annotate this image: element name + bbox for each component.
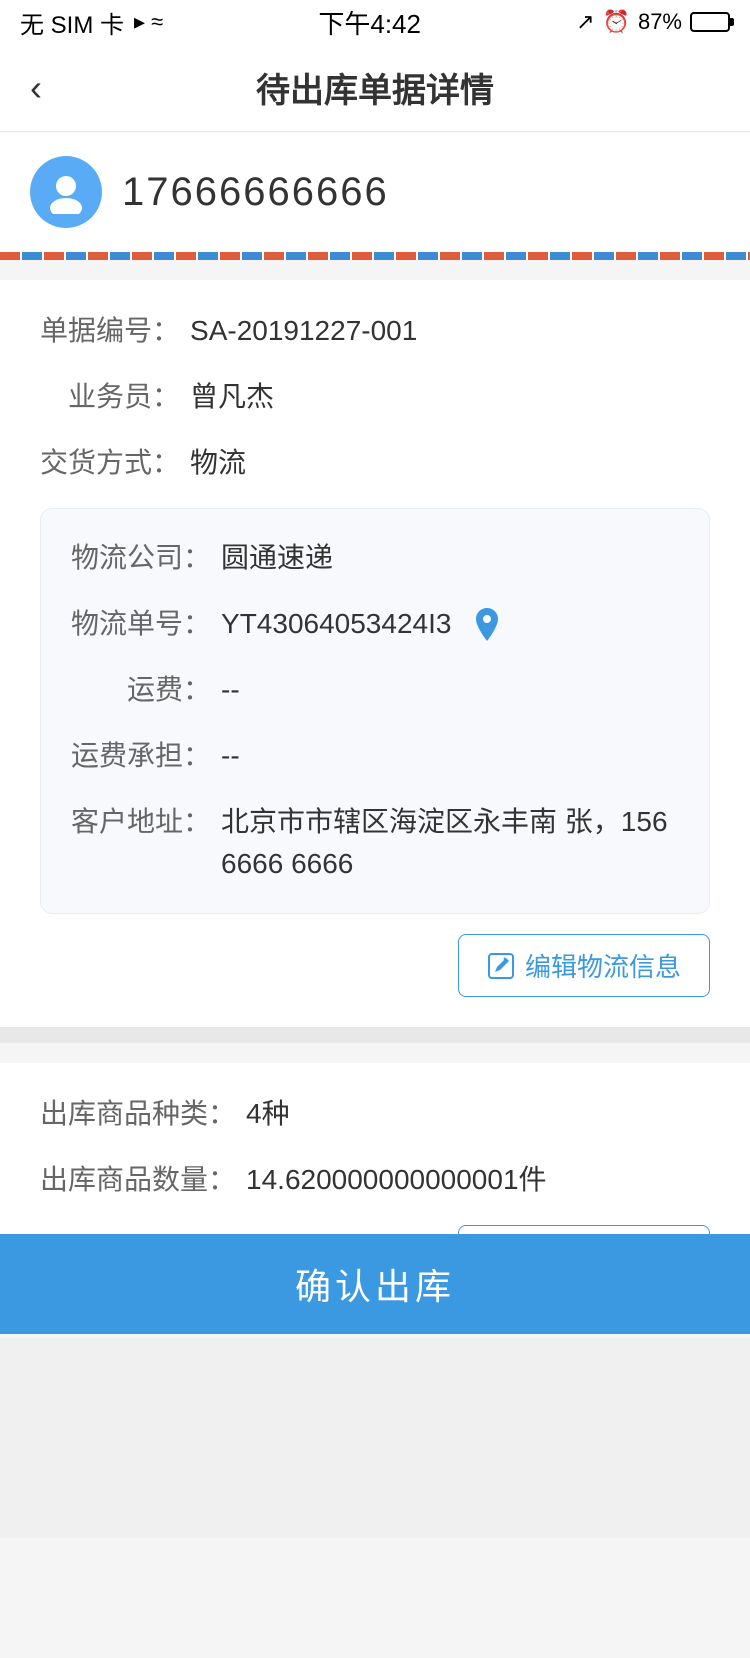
freight-value: -- <box>221 669 679 711</box>
salesperson-label: 业务员： <box>40 376 190 418</box>
delivery-method-value: 物流 <box>190 442 710 484</box>
address-value: 北京市市辖区海淀区永丰南 张，156 6666 6666 <box>221 801 679 885</box>
product-types-row: 出库商品种类： 4种 <box>40 1093 710 1135</box>
salesperson-value: 曾凡杰 <box>190 376 710 418</box>
section-separator <box>0 1027 750 1043</box>
battery-text: 87% <box>638 9 682 35</box>
product-types-value: 4种 <box>246 1093 710 1135</box>
empty-area <box>0 1338 750 1538</box>
freight-label: 运费： <box>71 669 221 711</box>
page-title: 待出库单据详情 <box>256 63 494 112</box>
confirm-out-button[interactable]: 确认出库 <box>0 1234 750 1334</box>
freight-bearer-value: -- <box>221 735 679 777</box>
status-right: ↗ ⏰ 87% <box>576 9 730 35</box>
edit-logistics-button[interactable]: 编辑物流信息 <box>458 934 710 997</box>
salesperson-row: 业务员： 曾凡杰 <box>40 376 710 418</box>
freight-bearer-label: 运费承担： <box>71 735 221 777</box>
bottom-padding <box>0 1538 750 1658</box>
freight-bearer-row: 运费承担： -- <box>71 735 679 777</box>
status-time: 下午4:42 <box>318 4 421 41</box>
carrier-text: 无 SIM 卡 <box>20 5 124 40</box>
confirm-out-label: 确认出库 <box>295 1258 455 1310</box>
avatar <box>30 156 102 228</box>
product-qty-value: 14.620000000000001件 <box>246 1159 710 1201</box>
nav-bar: ‹ 待出库单据详情 <box>0 44 750 132</box>
product-qty-label: 出库商品数量： <box>40 1159 246 1201</box>
delivery-method-label: 交货方式： <box>40 442 190 484</box>
edit-btn-row: 编辑物流信息 <box>40 934 710 997</box>
tracking-location-icon[interactable] <box>467 604 507 644</box>
address-label: 客户地址： <box>71 801 221 843</box>
customer-phone: 17666666666 <box>122 170 389 215</box>
edit-logistics-label: 编辑物流信息 <box>525 947 681 984</box>
logistics-company-value: 圆通速递 <box>221 537 679 579</box>
tracking-no-text: YT43064053424I3 <box>221 603 451 645</box>
order-no-value: SA-20191227-001 <box>190 310 710 352</box>
status-left: 无 SIM 卡 ▸ ≈ <box>20 5 163 40</box>
customer-header: 17666666666 <box>0 132 750 252</box>
tracking-no-label: 物流单号： <box>71 603 221 645</box>
logistics-company-row: 物流公司： 圆通速递 <box>71 537 679 579</box>
product-qty-row: 出库商品数量： 14.620000000000001件 <box>40 1159 710 1201</box>
order-no-row: 单据编号： SA-20191227-001 <box>40 310 710 352</box>
alarm-icon: ⏰ <box>603 9 630 35</box>
dashed-divider <box>0 252 750 260</box>
address-row: 客户地址： 北京市市辖区海淀区永丰南 张，156 6666 6666 <box>71 801 679 885</box>
wifi-icon: ▸ ≈ <box>134 9 163 35</box>
order-no-label: 单据编号： <box>40 310 190 352</box>
delivery-method-row: 交货方式： 物流 <box>40 442 710 484</box>
logistics-company-label: 物流公司： <box>71 537 221 579</box>
location-status-icon: ↗ <box>576 9 594 35</box>
battery-icon <box>690 12 730 32</box>
tracking-no-row: 物流单号： YT43064053424I3 <box>71 603 679 645</box>
back-button[interactable]: ‹ <box>30 67 42 109</box>
product-types-label: 出库商品种类： <box>40 1093 246 1135</box>
freight-row: 运费： -- <box>71 669 679 711</box>
logistics-box: 物流公司： 圆通速递 物流单号： YT43064053424I3 运费： -- … <box>40 508 710 914</box>
order-info-section: 单据编号： SA-20191227-001 业务员： 曾凡杰 交货方式： 物流 … <box>0 280 750 1027</box>
tracking-no-value: YT43064053424I3 <box>221 603 679 645</box>
status-bar: 无 SIM 卡 ▸ ≈ 下午4:42 ↗ ⏰ 87% <box>0 0 750 44</box>
